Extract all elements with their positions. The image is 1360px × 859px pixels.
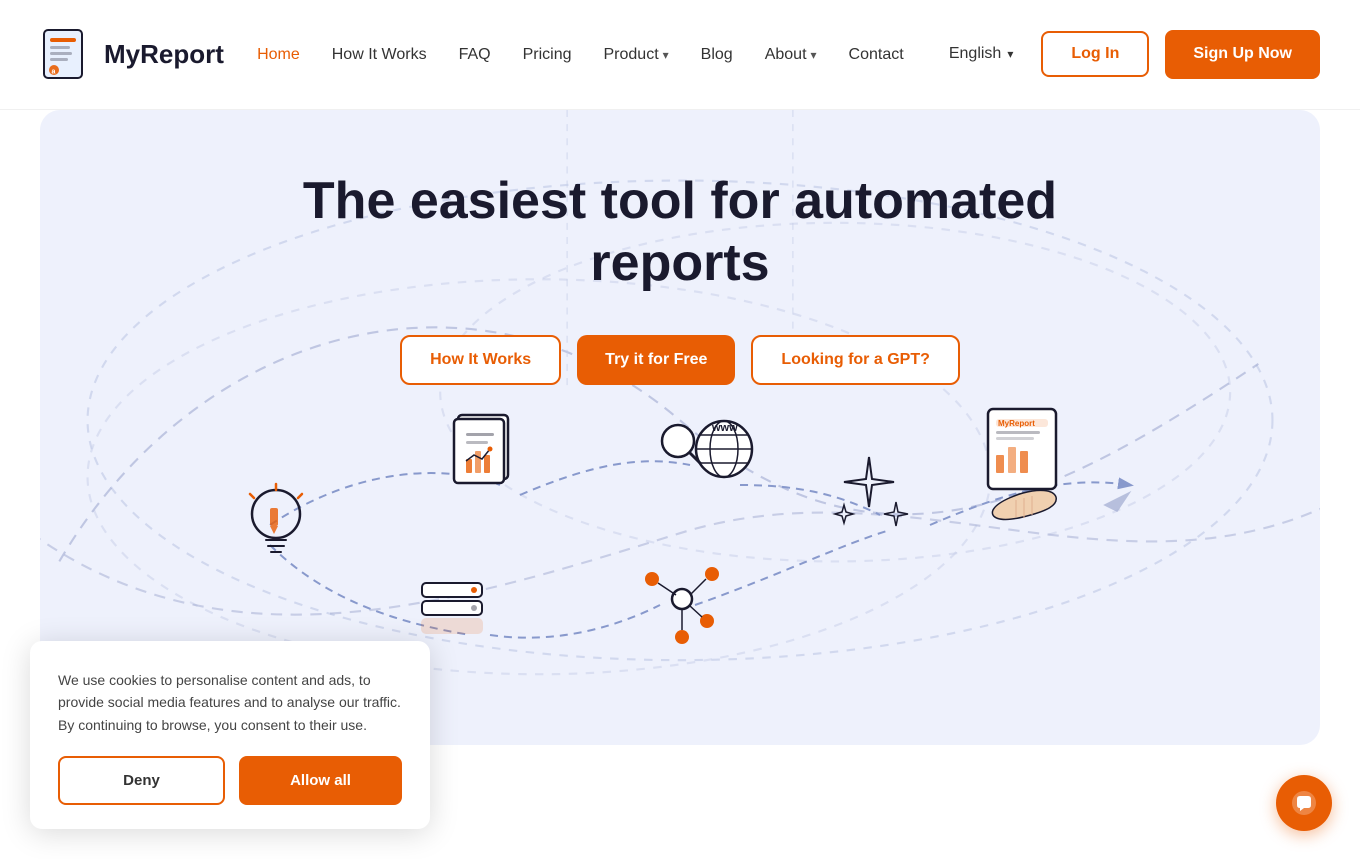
- cookie-text: We use cookies to personalise content an…: [58, 669, 402, 736]
- nav-faq[interactable]: FAQ: [459, 46, 491, 64]
- language-label: English: [949, 45, 1001, 63]
- sparkle-icon: [824, 447, 914, 537]
- nav-pricing[interactable]: Pricing: [523, 46, 572, 64]
- cookie-banner: We use cookies to personalise content an…: [30, 641, 430, 829]
- nav-product[interactable]: Product ▾: [604, 46, 669, 64]
- nav-contact[interactable]: Contact: [849, 46, 904, 64]
- nav-how-it-works[interactable]: How It Works: [332, 46, 427, 64]
- logo-text: MyReport: [104, 39, 224, 70]
- database-icon: [416, 579, 488, 639]
- nav-home[interactable]: Home: [257, 46, 300, 64]
- nav-right: English ▾ Log In Sign Up Now: [937, 30, 1320, 79]
- svg-text:www: www: [711, 422, 738, 434]
- svg-text:MyReport: MyReport: [998, 419, 1035, 428]
- chat-bubble[interactable]: [1276, 775, 1332, 831]
- search-web-icon: www: [656, 411, 766, 491]
- cookie-buttons: Deny Allow all: [58, 756, 402, 805]
- myreport-doc-icon: MyReport: [968, 405, 1078, 525]
- looking-for-gpt-button[interactable]: Looking for a GPT?: [751, 335, 959, 385]
- navbar: a MyReport Home How It Works FAQ Pricing…: [0, 0, 1360, 110]
- language-selector[interactable]: English ▾: [937, 37, 1026, 71]
- hero-title: The easiest tool for automated reports: [280, 170, 1080, 295]
- bulb-icon: [236, 480, 316, 570]
- nav-blog[interactable]: Blog: [701, 46, 733, 64]
- how-it-works-button[interactable]: How It Works: [400, 335, 561, 385]
- nav-about[interactable]: About ▾: [765, 46, 817, 64]
- logo[interactable]: a MyReport: [40, 28, 224, 82]
- network-icon: [632, 549, 732, 649]
- login-button[interactable]: Log In: [1041, 31, 1149, 77]
- about-chevron-icon: ▾: [811, 48, 817, 62]
- chat-icon: [1290, 789, 1318, 817]
- deny-button[interactable]: Deny: [58, 756, 225, 805]
- document-icon: [452, 411, 524, 501]
- svg-text:a: a: [52, 68, 56, 75]
- hero-buttons: How It Works Try it for Free Looking for…: [400, 335, 960, 385]
- language-chevron-icon: ▾: [1007, 47, 1013, 61]
- allow-all-button[interactable]: Allow all: [239, 756, 402, 805]
- product-chevron-icon: ▾: [663, 48, 669, 62]
- signup-button[interactable]: Sign Up Now: [1165, 30, 1320, 79]
- nav-links: Home How It Works FAQ Pricing Product ▾ …: [257, 46, 904, 64]
- try-free-button[interactable]: Try it for Free: [577, 335, 735, 385]
